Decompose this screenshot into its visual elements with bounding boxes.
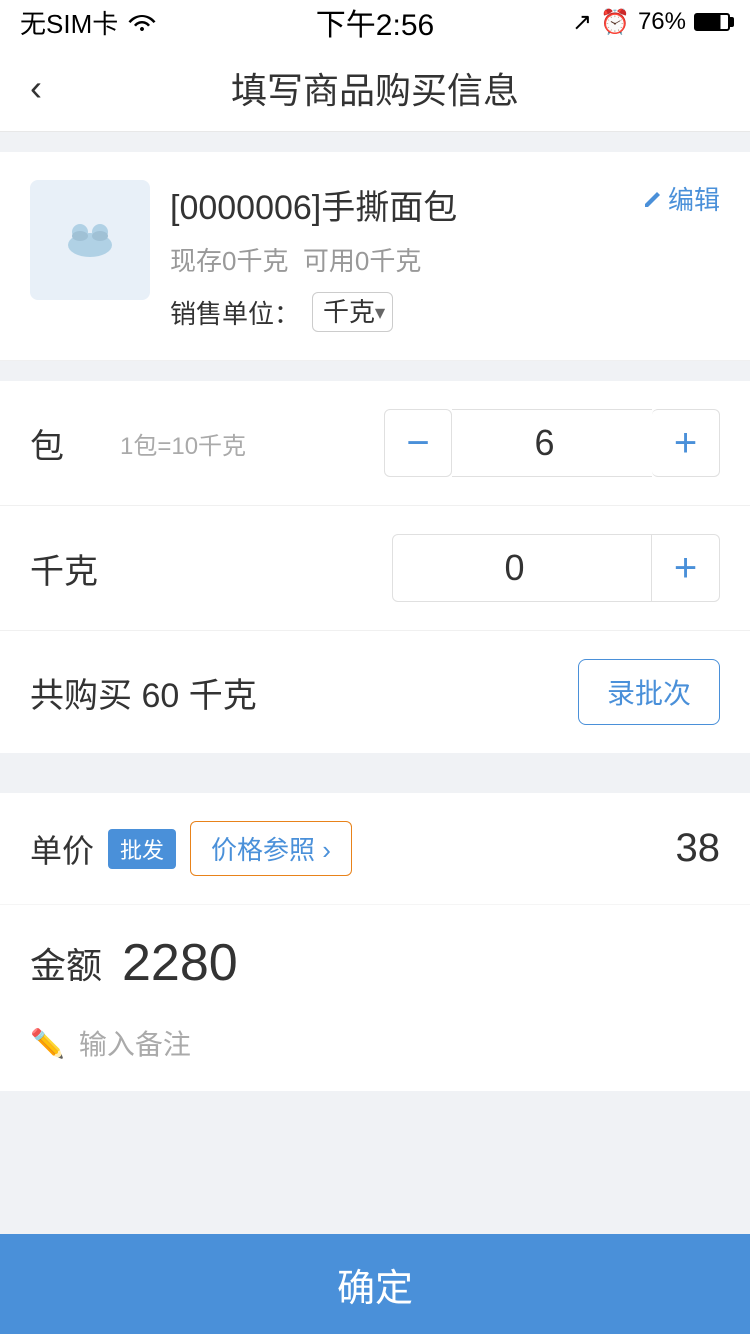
location-icon: ↗ [572,8,592,37]
wifi-icon [128,7,156,38]
price-reference-button[interactable]: 价格参照 › [190,821,352,876]
batch-button[interactable]: 录批次 [578,659,720,725]
product-card: [0000006]手撕面包 编辑 现存0千克 可用0千克 销售单位： 千克 包 … [0,152,750,361]
price-section: 单价 批发 价格参照 › 38 金额 2280 ✏️ 输入备注 [0,793,750,1091]
separator-2 [0,753,750,773]
price-value: 38 [676,826,721,871]
status-right: ↗ ⏰ 76% [572,8,730,37]
amount-section: 金额 2280 ✏️ 输入备注 [0,905,750,1091]
amount-row: 金额 2280 [30,933,720,993]
price-label: 单价 [30,826,94,872]
product-name: [0000006]手撕面包 [170,180,457,229]
quantity-section: 包 1包=10千克 − + 千克 + 共购买 60 千克 录批次 [0,381,750,753]
kg-quantity-input[interactable] [392,534,652,602]
price-tag: 批发 [108,829,176,869]
kg-label: 千克 [30,544,110,593]
price-row: 单价 批发 价格参照 › 38 [0,793,750,905]
back-button[interactable]: ‹ [30,57,52,119]
bao-decrement-button[interactable]: − [384,409,452,477]
status-left: 无SIM卡 [20,4,156,41]
amount-value: 2280 [122,933,238,993]
bao-quantity-controls: − + [384,409,720,477]
kg-quantity-controls: + [392,534,720,602]
bao-sub-label: 1包=10千克 [120,426,246,461]
confirm-button[interactable]: 确定 [0,1234,750,1334]
bao-quantity-input[interactable] [452,409,652,477]
page-title: 填写商品购买信息 [231,62,519,114]
bao-quantity-row: 包 1包=10千克 − + [0,381,750,506]
battery-icon [694,13,730,31]
remark-row[interactable]: ✏️ 输入备注 [30,1013,720,1091]
separator-1 [0,361,750,381]
carrier-label: 无SIM卡 [20,4,118,41]
unit-select[interactable]: 千克 包 [312,292,393,332]
nav-bar: ‹ 填写商品购买信息 [0,44,750,132]
product-unit-row: 销售单位： 千克 包 ▾ [170,292,720,332]
amount-label: 金额 [30,937,102,989]
total-row: 共购买 60 千克 录批次 [0,631,750,753]
battery-percent: 76% [638,8,686,36]
status-time: 下午2:56 [316,0,434,44]
edit-button[interactable]: 编辑 [642,180,720,217]
product-info: [0000006]手撕面包 编辑 现存0千克 可用0千克 销售单位： 千克 包 … [170,180,720,332]
alarm-icon: ⏰ [600,8,630,37]
total-text: 共购买 60 千克 [30,668,257,717]
product-stock: 现存0千克 可用0千克 [170,241,720,278]
bottom-spacer [0,1091,750,1234]
bao-label: 包 [30,419,110,468]
pencil-icon: ✏️ [30,1027,65,1060]
unit-select-wrapper[interactable]: 千克 包 ▾ [312,292,393,332]
kg-quantity-row: 千克 + [0,506,750,631]
bao-increment-button[interactable]: + [652,409,720,477]
remark-placeholder: 输入备注 [79,1023,191,1063]
product-image [30,180,150,300]
kg-increment-button[interactable]: + [652,534,720,602]
status-bar: 无SIM卡 下午2:56 ↗ ⏰ 76% [0,0,750,44]
